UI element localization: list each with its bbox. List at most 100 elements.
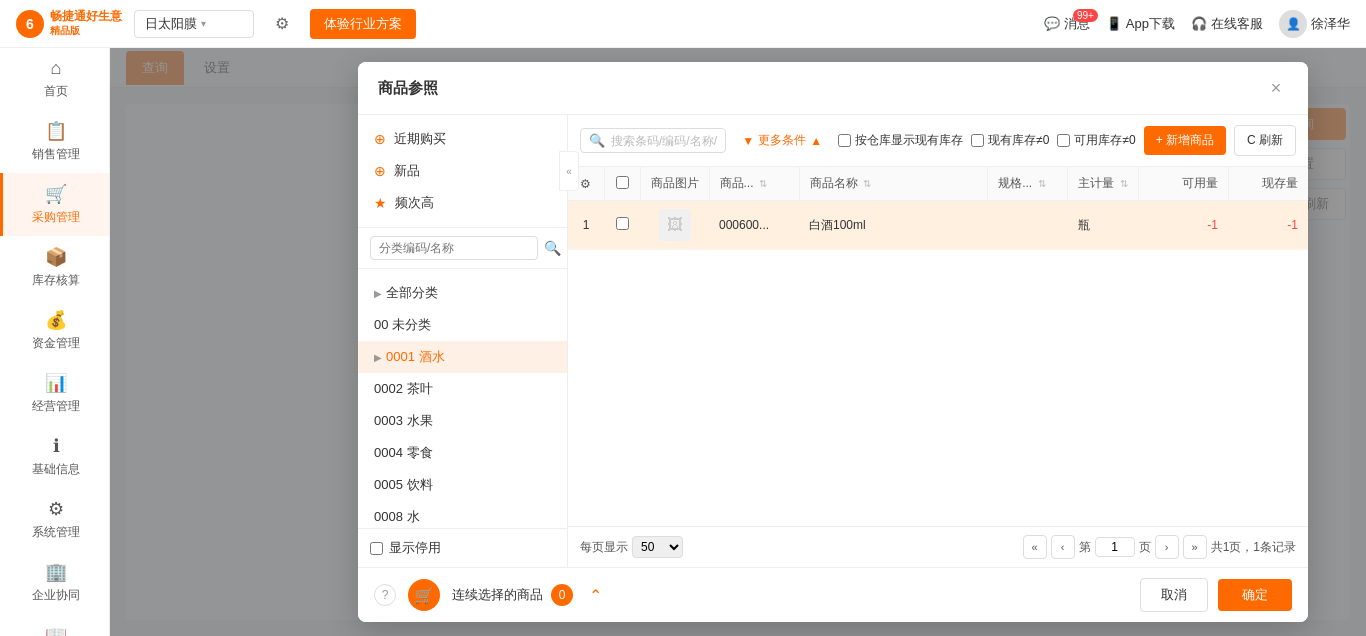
modal-overlay: 商品参照 × ⊕ 近期购买 ⊕ <box>110 48 1366 636</box>
category-item-0004[interactable]: 0004 零食 <box>358 437 567 469</box>
sidebar-item-system[interactable]: ⚙ 系统管理 <box>0 488 109 551</box>
settings-icon[interactable]: ⚙ <box>266 8 298 40</box>
modal-close-button[interactable]: × <box>1264 76 1288 100</box>
row-unit: 瓶 <box>1078 218 1090 232</box>
available-nonzero-label[interactable]: 现有库存≠0 <box>988 132 1049 149</box>
product-search-input[interactable] <box>611 134 717 148</box>
sidebar-item-operation[interactable]: 📊 经营管理 <box>0 362 109 425</box>
row-num: 1 <box>568 201 604 250</box>
col-spec-header[interactable]: 规格... ⇅ <box>988 167 1068 201</box>
sidebar-item-sales[interactable]: 📋 销售管理 <box>0 110 109 173</box>
filter-up-icon: ▲ <box>810 134 822 148</box>
page-label: 第 <box>1079 539 1091 556</box>
available-nonzero-checkbox[interactable] <box>971 134 984 147</box>
quick-link-frequent[interactable]: ★ 频次高 <box>358 187 567 219</box>
col-checkbox[interactable] <box>604 167 640 201</box>
table-row[interactable]: 1 🖼 <box>568 201 1308 250</box>
app-download-button[interactable]: 📱 App下载 <box>1106 15 1175 33</box>
user-profile[interactable]: 👤 徐泽华 <box>1279 10 1350 38</box>
main-layout: ⌂ 首页 📋 销售管理 🛒 采购管理 📦 库存核算 💰 资金管理 📊 经营管理 … <box>0 48 1366 636</box>
category-item-all[interactable]: ▶ 全部分类 <box>358 277 567 309</box>
sidebar-item-enterprise[interactable]: 🏢 企业协同 <box>0 551 109 614</box>
logo-sub: 精品版 <box>50 24 122 38</box>
quick-link-new[interactable]: ⊕ 新品 <box>358 155 567 187</box>
first-page-button[interactable]: « <box>1023 535 1047 559</box>
row-name-cell: 白酒100ml <box>799 201 988 250</box>
cancel-button[interactable]: 取消 <box>1140 578 1208 612</box>
category-search-input[interactable] <box>370 236 538 260</box>
product-table-wrap: ⚙ 商品图片 <box>568 167 1308 526</box>
usable-nonzero-group: 可用库存≠0 <box>1057 132 1135 149</box>
refresh-button[interactable]: C 刷新 <box>1234 125 1296 156</box>
category-item-0005[interactable]: 0005 饮料 <box>358 469 567 501</box>
footer-left: ? 🛒 连续选择的商品 0 ⌃ <box>374 579 606 611</box>
cart-button[interactable]: 🛒 <box>408 579 440 611</box>
product-image: 🖼 <box>659 209 691 241</box>
enterprise-icon: 🏢 <box>45 561 67 583</box>
page-suffix: 页 <box>1139 539 1151 556</box>
show-disabled-checkbox[interactable] <box>370 542 383 555</box>
warehouse-display-label[interactable]: 按仓库显示现有库存 <box>855 132 963 149</box>
row-code: 000600... <box>719 218 769 232</box>
col-code-label: 商品... <box>720 176 754 190</box>
row-code-cell: 000600... <box>709 201 799 250</box>
category-item-0008[interactable]: 0008 水 <box>358 501 567 528</box>
messages-button[interactable]: 💬 消息 99+ <box>1044 15 1090 33</box>
sidebar-item-guide[interactable]: 📖 新手引导 <box>0 614 109 636</box>
row-checkbox[interactable] <box>616 217 629 230</box>
prev-page-button[interactable]: ‹ <box>1051 535 1075 559</box>
sidebar-label-basic: 基础信息 <box>32 461 80 478</box>
col-available-header: 可用量 <box>1138 167 1228 201</box>
inventory-icon: 📦 <box>45 246 67 268</box>
service-label: 在线客服 <box>1211 15 1263 33</box>
sort-icon-unit: ⇅ <box>1120 178 1128 189</box>
category-item-0003[interactable]: 0003 水果 <box>358 405 567 437</box>
col-unit-header[interactable]: 主计量 ⇅ <box>1068 167 1138 201</box>
finance-icon: 💰 <box>45 309 67 331</box>
guide-icon: 📖 <box>45 624 67 636</box>
toolbar-right: + 新增商品 C 刷新 <box>1144 125 1296 156</box>
category-item-0002[interactable]: 0002 茶叶 <box>358 373 567 405</box>
sidebar-label-finance: 资金管理 <box>32 335 80 352</box>
sidebar-item-purchase[interactable]: 🛒 采购管理 <box>0 173 109 236</box>
trial-button[interactable]: 体验行业方案 <box>310 9 416 39</box>
confirm-button[interactable]: 确定 <box>1218 579 1292 611</box>
store-name: 日太阳膜 <box>145 15 197 33</box>
online-service-button[interactable]: 🎧 在线客服 <box>1191 15 1263 33</box>
usable-nonzero-label[interactable]: 可用库存≠0 <box>1074 132 1135 149</box>
collapse-left-panel-button[interactable]: « <box>559 151 579 191</box>
store-selector[interactable]: 日太阳膜 ▾ <box>134 10 254 38</box>
sidebar-label-home: 首页 <box>44 83 68 100</box>
select-all-checkbox[interactable] <box>616 176 629 189</box>
warehouse-display-checkbox[interactable] <box>838 134 851 147</box>
last-page-button[interactable]: » <box>1183 535 1207 559</box>
quick-link-recent[interactable]: ⊕ 近期购买 <box>358 123 567 155</box>
category-search-icon[interactable]: 🔍 <box>544 240 561 256</box>
sort-icon-spec: ⇅ <box>1038 178 1046 189</box>
row-checkbox-cell[interactable] <box>604 201 640 250</box>
col-code-header[interactable]: 商品... ⇅ <box>709 167 799 201</box>
sidebar-item-home[interactable]: ⌂ 首页 <box>0 48 109 110</box>
show-disabled-label[interactable]: 显示停用 <box>389 539 441 557</box>
collapse-footer-button[interactable]: ⌃ <box>585 582 606 609</box>
category-item-0001[interactable]: ▶ 0001 酒水 <box>358 341 567 373</box>
help-button[interactable]: ? <box>374 584 396 606</box>
warehouse-display-group: 按仓库显示现有库存 <box>838 132 963 149</box>
page-input[interactable] <box>1095 537 1135 557</box>
category-label-all: 全部分类 <box>386 284 438 302</box>
settings-icon: ⚙ <box>580 177 591 191</box>
quick-link-new-label: 新品 <box>394 162 420 180</box>
sidebar-item-finance[interactable]: 💰 资金管理 <box>0 299 109 362</box>
per-page-dropdown[interactable]: 50 10 20 100 <box>632 536 683 558</box>
next-page-button[interactable]: › <box>1155 535 1179 559</box>
usable-nonzero-checkbox[interactable] <box>1057 134 1070 147</box>
navbar: 6 畅捷通好生意 精品版 日太阳膜 ▾ ⚙ 体验行业方案 💬 消息 99+ 📱 … <box>0 0 1366 48</box>
col-name-header[interactable]: 商品名称 ⇅ <box>799 167 988 201</box>
more-filter-button[interactable]: ▼ 更多条件 ▲ <box>734 128 830 153</box>
add-product-button[interactable]: + 新增商品 <box>1144 126 1226 155</box>
sidebar-item-basic[interactable]: ℹ 基础信息 <box>0 425 109 488</box>
sort-icon-name: ⇅ <box>863 178 871 189</box>
category-search: 🔍 <box>358 228 567 269</box>
sidebar-item-inventory[interactable]: 📦 库存核算 <box>0 236 109 299</box>
category-item-00[interactable]: 00 未分类 <box>358 309 567 341</box>
